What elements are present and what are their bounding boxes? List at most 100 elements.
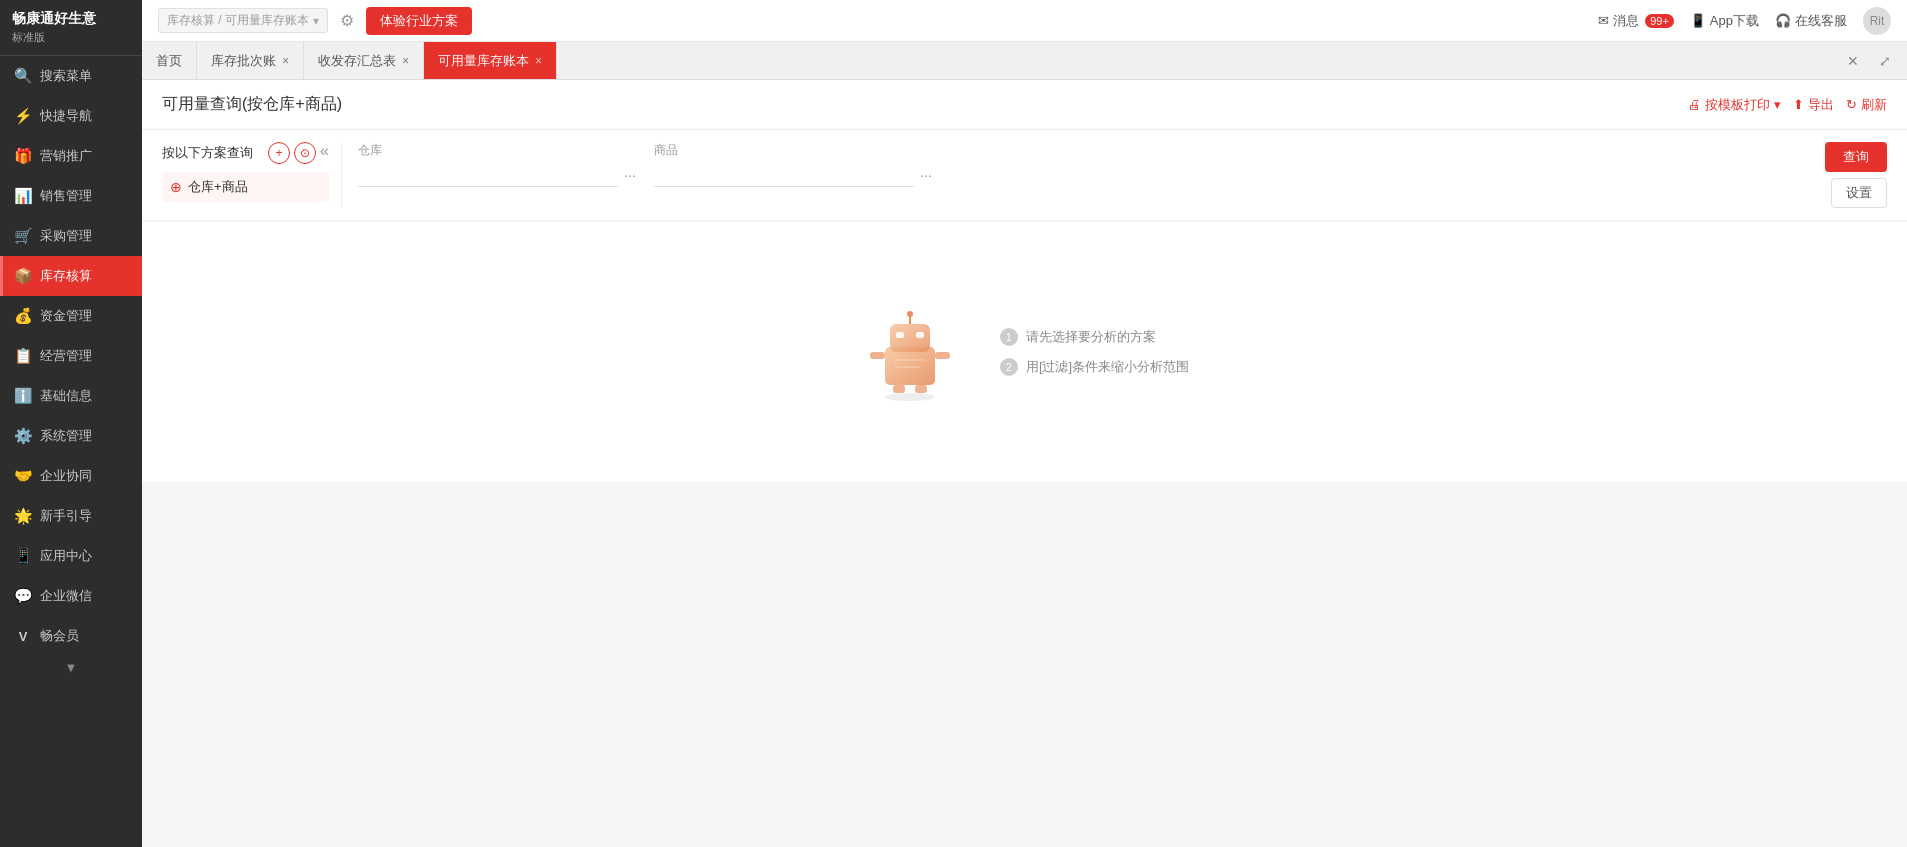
- empty-tip-2: 2 用[过滤]条件来缩小分析范围: [1000, 358, 1189, 376]
- tab-summary[interactable]: 收发存汇总表 ×: [304, 42, 424, 79]
- warehouse-input[interactable]: [358, 163, 618, 187]
- filter-settings-btn[interactable]: 设置: [1831, 178, 1887, 208]
- tab-home-label: 首页: [156, 52, 182, 70]
- tab-batch[interactable]: 库存批次账 ×: [197, 42, 304, 79]
- sidebar-item-quicknav[interactable]: ⚡ 快捷导航: [0, 96, 142, 136]
- sidebar-item-wechat[interactable]: 💬 企业微信: [0, 576, 142, 616]
- filter-sidebar: 按以下方案查询 + ⊙ « ⊕ 仓库+商品: [162, 142, 342, 208]
- breadcrumb[interactable]: 库存核算 / 可用量库存账本 ▾: [158, 8, 328, 33]
- tab-available[interactable]: 可用量库存账本 ×: [424, 42, 557, 79]
- tip-number-2: 2: [1000, 358, 1018, 376]
- app-download-item[interactable]: 📱 App下载: [1690, 12, 1759, 30]
- settings-scheme-btn[interactable]: ⊙: [294, 142, 316, 164]
- tip-text-1: 请先选择要分析的方案: [1026, 328, 1156, 346]
- svg-rect-0: [885, 347, 935, 385]
- empty-state-icon: [860, 302, 960, 402]
- svg-rect-1: [890, 324, 930, 352]
- sidebar-item-system[interactable]: ⚙️ 系统管理: [0, 416, 142, 456]
- print-chevron-icon: ▾: [1774, 97, 1781, 112]
- sidebar-item-purchase[interactable]: 🛒 采购管理: [0, 216, 142, 256]
- sidebar-item-search[interactable]: 🔍 搜索菜单: [0, 56, 142, 96]
- svg-rect-7: [915, 385, 927, 393]
- sidebar-item-appstore[interactable]: 📱 应用中心: [0, 536, 142, 576]
- tab-batch-close-icon[interactable]: ×: [282, 54, 289, 68]
- page-header: 可用量查询(按仓库+商品) 🖨 按模板打印 ▾ ⬆ 导出 ↻ 刷新: [142, 80, 1907, 130]
- query-btn[interactable]: 查询: [1825, 142, 1887, 172]
- svg-point-12: [885, 393, 935, 401]
- filter-sidebar-icons: + ⊙ «: [268, 142, 329, 164]
- warehouse-input-row: ···: [358, 163, 638, 187]
- filter-area: 按以下方案查询 + ⊙ « ⊕ 仓库+商品: [142, 130, 1907, 220]
- product-input[interactable]: [654, 163, 914, 187]
- print-label: 按模板打印: [1705, 96, 1770, 114]
- svg-point-5: [907, 311, 913, 317]
- chart-icon: 📊: [14, 187, 32, 205]
- sidebar-item-label: 营销推广: [40, 147, 92, 165]
- add-scheme-btn[interactable]: +: [268, 142, 290, 164]
- print-btn[interactable]: 🖨 按模板打印 ▾: [1688, 96, 1781, 114]
- online-service-item[interactable]: 🎧 在线客服: [1775, 12, 1847, 30]
- tab-summary-label: 收发存汇总表: [318, 52, 396, 70]
- service-icon: 🎧: [1775, 13, 1791, 28]
- star-icon: 🌟: [14, 507, 32, 525]
- tip-number-1: 1: [1000, 328, 1018, 346]
- sidebar-item-finance[interactable]: 💰 资金管理: [0, 296, 142, 336]
- cart-icon: 🛒: [14, 227, 32, 245]
- tab-home[interactable]: 首页: [142, 42, 197, 79]
- filter-main: 仓库 ··· 商品 ··· 查询 设置: [358, 142, 1887, 208]
- filter-action-btns: 查询 设置: [1825, 142, 1887, 208]
- scheme-icon: ⊕: [170, 179, 182, 195]
- empty-state-content: 1 请先选择要分析的方案 2 用[过滤]条件来缩小分析范围: [860, 302, 1189, 402]
- sidebar-scroll-down[interactable]: ▼: [0, 656, 142, 679]
- sidebar-item-basic[interactable]: ℹ️ 基础信息: [0, 376, 142, 416]
- scheme-label: 仓库+商品: [188, 178, 248, 196]
- sidebar-item-label: 搜索菜单: [40, 67, 92, 85]
- info-icon: ℹ️: [14, 387, 32, 405]
- filter-sidebar-header: 按以下方案查询 + ⊙ «: [162, 142, 329, 164]
- maximize-btn[interactable]: ⤢: [1871, 47, 1899, 75]
- sidebar-item-label: 畅会员: [40, 627, 79, 645]
- export-btn[interactable]: ⬆ 导出: [1793, 96, 1834, 114]
- collapse-btn[interactable]: «: [320, 142, 329, 164]
- product-filter-field: 商品 ···: [654, 142, 934, 187]
- tab-batch-label: 库存批次账: [211, 52, 276, 70]
- sidebar-item-member[interactable]: V 畅会员: [0, 616, 142, 656]
- tab-available-label: 可用量库存账本: [438, 52, 529, 70]
- topbar: 库存核算 / 可用量库存账本 ▾ ⚙ 体验行业方案 ✉ 消息 99+ 📱 App…: [142, 0, 1907, 42]
- message-item[interactable]: ✉ 消息 99+: [1598, 12, 1674, 30]
- sidebar-item-operations[interactable]: 📋 经营管理: [0, 336, 142, 376]
- svg-rect-6: [893, 385, 905, 393]
- user-avatar-item[interactable]: Rit: [1863, 7, 1891, 35]
- svg-rect-3: [916, 332, 924, 338]
- breadcrumb-text: 库存核算 / 可用量库存账本: [167, 12, 309, 29]
- empty-tips: 1 请先选择要分析的方案 2 用[过滤]条件来缩小分析范围: [1000, 328, 1189, 376]
- message-badge: 99+: [1645, 14, 1674, 28]
- sidebar-item-sales[interactable]: 📊 销售管理: [0, 176, 142, 216]
- message-label: 消息: [1613, 12, 1639, 30]
- sidebar-item-label: 企业协同: [40, 467, 92, 485]
- breadcrumb-chevron-icon: ▾: [313, 14, 319, 28]
- sidebar-item-label: 快捷导航: [40, 107, 92, 125]
- tab-available-close-icon[interactable]: ×: [535, 54, 542, 68]
- sidebar-item-enterprise[interactable]: 🤝 企业协同: [0, 456, 142, 496]
- user-label: Rit: [1870, 14, 1885, 28]
- empty-tip-1: 1 请先选择要分析的方案: [1000, 328, 1189, 346]
- sidebar-item-inventory[interactable]: 📦 库存核算: [0, 256, 142, 296]
- avatar: Rit: [1863, 7, 1891, 35]
- sidebar-item-label: 经营管理: [40, 347, 92, 365]
- sidebar-item-label: 系统管理: [40, 427, 92, 445]
- topbar-gear-icon[interactable]: ⚙: [340, 11, 354, 30]
- tab-summary-close-icon[interactable]: ×: [402, 54, 409, 68]
- close-tab-btn[interactable]: ✕: [1839, 47, 1867, 75]
- sidebar-item-label: 应用中心: [40, 547, 92, 565]
- product-more-btn[interactable]: ···: [918, 165, 934, 185]
- experience-btn[interactable]: 体验行业方案: [366, 7, 472, 35]
- sidebar-item-label: 基础信息: [40, 387, 92, 405]
- product-input-row: ···: [654, 163, 934, 187]
- refresh-btn[interactable]: ↻ 刷新: [1846, 96, 1887, 114]
- sidebar-item-marketing[interactable]: 🎁 营销推广: [0, 136, 142, 176]
- warehouse-label: 仓库: [358, 142, 638, 159]
- sidebar-item-newbie[interactable]: 🌟 新手引导: [0, 496, 142, 536]
- scheme-item[interactable]: ⊕ 仓库+商品: [162, 172, 329, 202]
- warehouse-more-btn[interactable]: ···: [622, 165, 638, 185]
